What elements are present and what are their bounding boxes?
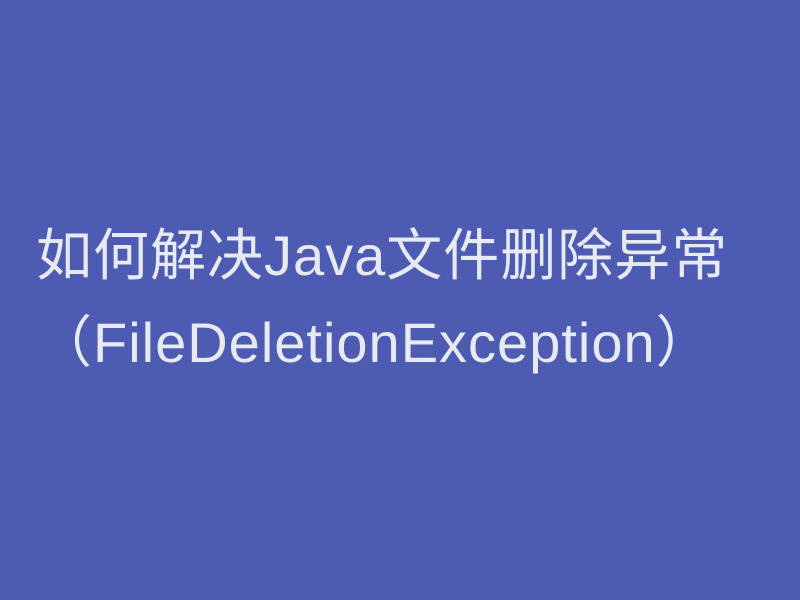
title-text: 如何解决Java文件删除异常（FileDeletionException）	[36, 213, 764, 387]
